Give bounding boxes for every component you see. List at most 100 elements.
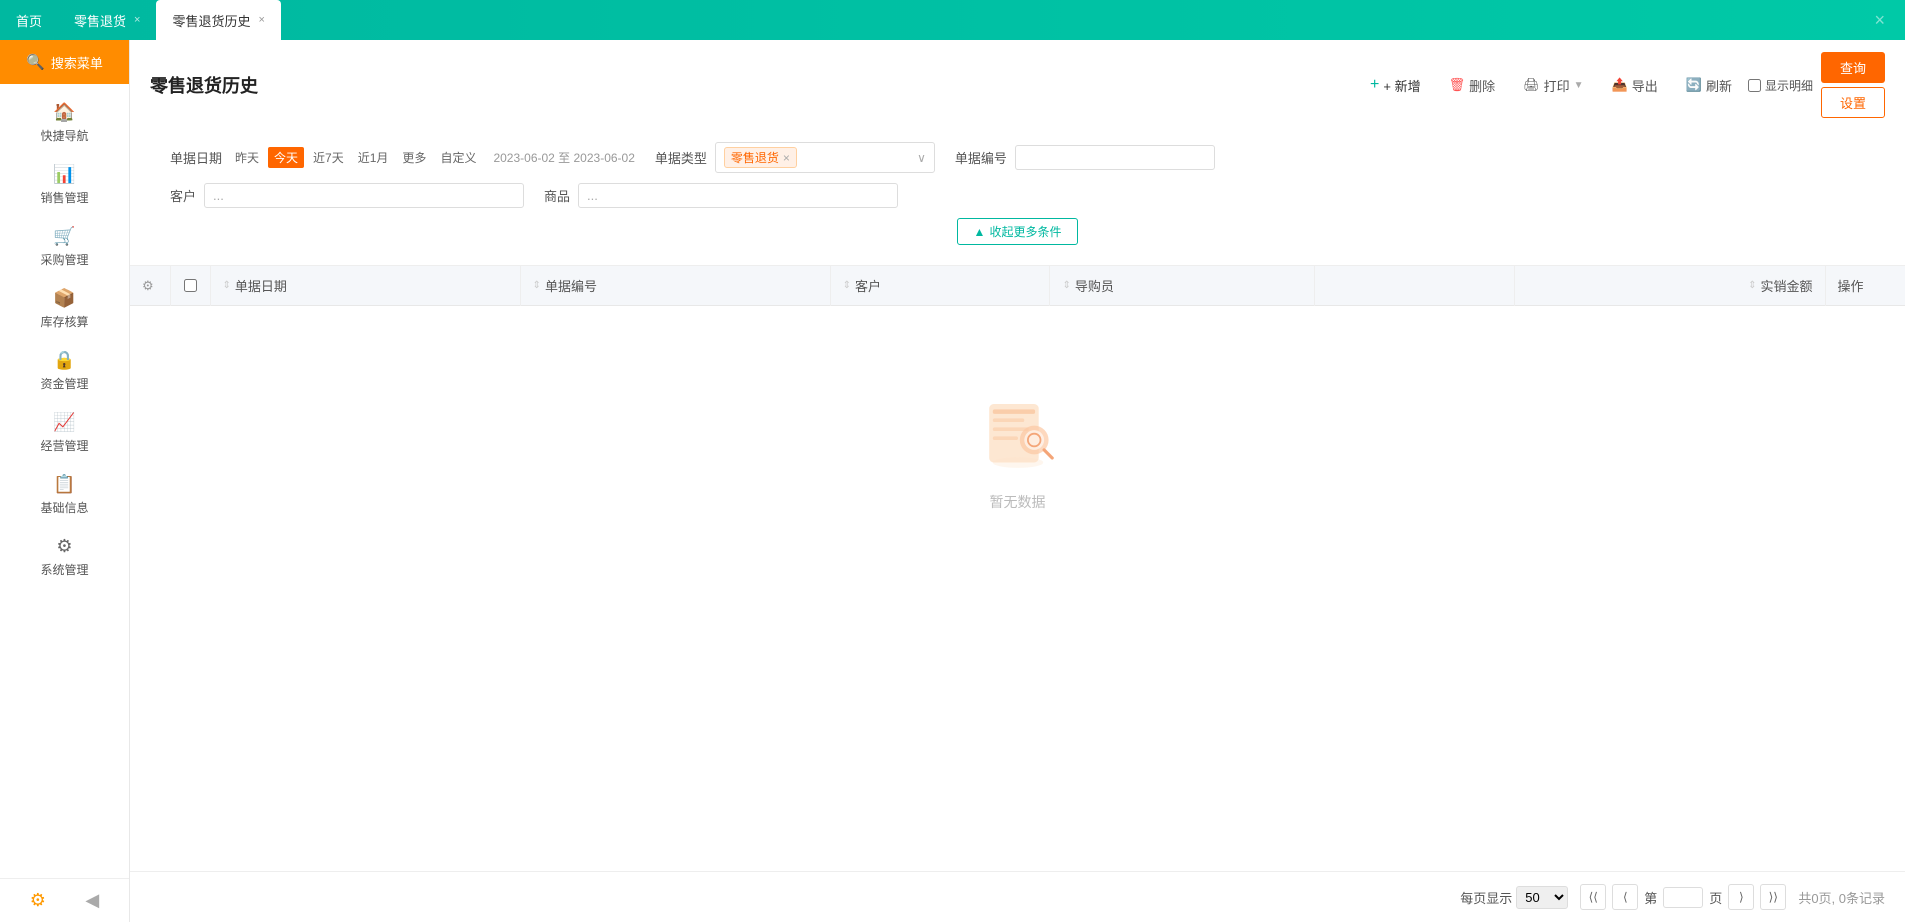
empty-state: 暂无数据	[130, 306, 1905, 552]
date-btn-more[interactable]: 更多	[397, 147, 431, 168]
display-detail-checkbox[interactable]: 显示明细	[1748, 77, 1813, 94]
sidebar-item-inventory-mgmt[interactable]: 📦 库存核算	[0, 278, 129, 340]
sidebar-item-system-label: 系统管理	[40, 561, 88, 578]
date-btn-7days[interactable]: 近7天	[308, 147, 349, 168]
display-detail-input[interactable]	[1748, 79, 1761, 92]
customer-select[interactable]: ...	[204, 183, 524, 208]
date-btn-1month[interactable]: 近1月	[353, 147, 394, 168]
date-btn-yesterday[interactable]: 昨天	[230, 147, 264, 168]
sort-icon-doc-num: ⇕	[533, 280, 541, 291]
sidebar-item-sales-mgmt[interactable]: 📊 销售管理	[0, 154, 129, 216]
sidebar-item-basic-label: 基础信息	[40, 499, 88, 516]
sidebar-item-finance-mgmt[interactable]: 🔒 资金管理	[0, 340, 129, 402]
collapse-sidebar-icon[interactable]: ◀	[85, 890, 99, 911]
sidebar-item-quick-nav[interactable]: 🏠 快捷导航	[0, 92, 129, 154]
new-button[interactable]: + + 新增	[1362, 72, 1429, 99]
collapse-label: 收起更多条件	[989, 223, 1061, 240]
export-button[interactable]: 📤 导出	[1604, 72, 1666, 99]
tab-retail-return-history-close[interactable]: ×	[258, 14, 264, 26]
page-total: 共0页, 0条记录	[1798, 888, 1885, 907]
delete-button[interactable]: 🗑 删除	[1441, 72, 1504, 99]
sidebar-item-purchase-mgmt[interactable]: 🛒 采购管理	[0, 216, 129, 278]
refresh-label: 刷新	[1706, 76, 1732, 95]
header-actions: + + 新增 🗑 删除 🖨 打印 ▼ 📤	[1362, 72, 1740, 99]
tab-retail-return-label: 零售退货	[74, 11, 126, 30]
system-icon: ⚙	[56, 536, 72, 557]
th-amount: ⇕ 实销金额	[1515, 266, 1825, 306]
prev-page-btn[interactable]: ⟨	[1612, 884, 1638, 910]
collapse-filter-button[interactable]: ▲ 收起更多条件	[957, 218, 1079, 245]
th-doc-date-label: 单据日期	[235, 276, 287, 295]
refresh-icon: 🔄	[1686, 77, 1702, 93]
filter-area: 单据日期 昨天 今天 近7天 近1月 更多 自定义 2023-06-02 至 2…	[150, 130, 1885, 265]
next-page-btn[interactable]: ⟩	[1728, 884, 1754, 910]
th-doc-num-label: 单据编号	[545, 276, 597, 295]
date-buttons: 昨天 今天 近7天 近1月 更多 自定义	[230, 147, 481, 168]
page-input[interactable]: 1	[1663, 887, 1703, 908]
th-checkbox	[170, 266, 210, 306]
query-button[interactable]: 查询	[1821, 52, 1885, 83]
print-button[interactable]: 🖨 打印 ▼	[1515, 72, 1591, 99]
sidebar-search[interactable]: 🔍 搜索菜单	[0, 40, 129, 84]
th-gear: ⚙	[130, 266, 170, 306]
doc-type-value: 零售退货 ×	[724, 147, 911, 168]
last-page-btn[interactable]: ⟩⟩	[1760, 884, 1786, 910]
empty-cell: 暂无数据	[130, 306, 1905, 553]
tab-retail-return[interactable]: 零售退货 ×	[58, 0, 156, 40]
goods-select[interactable]: ...	[578, 183, 898, 208]
settings-bottom-icon[interactable]: ⚙	[30, 890, 46, 911]
first-page-btn[interactable]: ⟨⟨	[1580, 884, 1606, 910]
date-label: 单据日期	[170, 148, 222, 167]
sidebar-bottom: ⚙ ◀	[0, 878, 129, 922]
doc-num-input[interactable]	[1015, 145, 1215, 170]
tab-home[interactable]: 首页	[0, 0, 58, 40]
setting-button[interactable]: 设置	[1821, 87, 1885, 118]
sidebar-item-quick-nav-label: 快捷导航	[40, 127, 88, 144]
purchase-icon: 🛒	[53, 226, 75, 247]
page-size-dropdown[interactable]: 20 50 100	[1516, 886, 1568, 909]
sidebar-item-system-mgmt[interactable]: ⚙ 系统管理	[0, 526, 129, 588]
th-doc-date: ⇕ 单据日期	[210, 266, 520, 306]
doc-type-select[interactable]: 零售退货 × ∨	[715, 142, 935, 173]
th-action: 操作	[1825, 266, 1905, 306]
doc-num-label: 单据编号	[955, 148, 1007, 167]
th-doc-num: ⇕ 单据编号	[520, 266, 830, 306]
empty-row: 暂无数据	[130, 306, 1905, 553]
date-btn-today[interactable]: 今天	[268, 147, 304, 168]
gear-icon[interactable]: ⚙	[142, 278, 154, 294]
refresh-button[interactable]: 🔄 刷新	[1678, 72, 1740, 99]
table-header: ⚙ ⇕ 单据日期	[130, 266, 1905, 306]
sort-icon-doc-date: ⇕	[223, 280, 231, 291]
tab-retail-return-close[interactable]: ×	[134, 14, 140, 26]
th-guide-label: 导购员	[1075, 276, 1114, 295]
operation-icon: 📈	[53, 412, 75, 433]
data-table: ⚙ ⇕ 单据日期	[130, 266, 1905, 552]
customer-label: 客户	[170, 186, 196, 205]
sort-icon-customer: ⇕	[843, 280, 851, 291]
th-customer: ⇕ 客户	[830, 266, 1050, 306]
date-btn-custom[interactable]: 自定义	[435, 147, 481, 168]
goods-filter: 商品 ...	[544, 183, 898, 208]
sales-icon: 📊	[53, 164, 75, 185]
doc-type-tag-close[interactable]: ×	[783, 151, 790, 165]
doc-type-dropdown-icon: ∨	[917, 151, 926, 165]
inventory-icon: 📦	[53, 288, 75, 309]
tab-retail-return-history[interactable]: 零售退货历史 ×	[156, 0, 280, 40]
sidebar-item-inventory-label: 库存核算	[40, 313, 88, 330]
content-area: 零售退货历史 + + 新增 🗑 删除 🖨 打印	[130, 40, 1905, 922]
top-bar: 首页 零售退货 × 零售退货历史 × ×	[0, 0, 1905, 40]
home-icon: 🏠	[53, 102, 75, 123]
sidebar-item-operation-mgmt[interactable]: 📈 经营管理	[0, 402, 129, 464]
sidebar-item-basic-info[interactable]: 📋 基础信息	[0, 464, 129, 526]
window-close-btn[interactable]: ×	[1874, 10, 1905, 31]
page-header: 零售退货历史 + + 新增 🗑 删除 🖨 打印	[130, 40, 1905, 266]
new-icon: +	[1370, 76, 1379, 94]
table-container: ⚙ ⇕ 单据日期	[130, 266, 1905, 871]
select-all-checkbox[interactable]	[184, 279, 197, 292]
sort-icon-amount: ⇕	[1748, 280, 1756, 291]
th-spacer	[1315, 266, 1515, 306]
table-body: 暂无数据	[130, 306, 1905, 553]
date-filter: 单据日期 昨天 今天 近7天 近1月 更多 自定义 2023-06-02 至 2…	[170, 147, 635, 168]
sidebar-item-purchase-label: 采购管理	[40, 251, 88, 268]
tab-retail-return-history-label: 零售退货历史	[172, 11, 250, 30]
